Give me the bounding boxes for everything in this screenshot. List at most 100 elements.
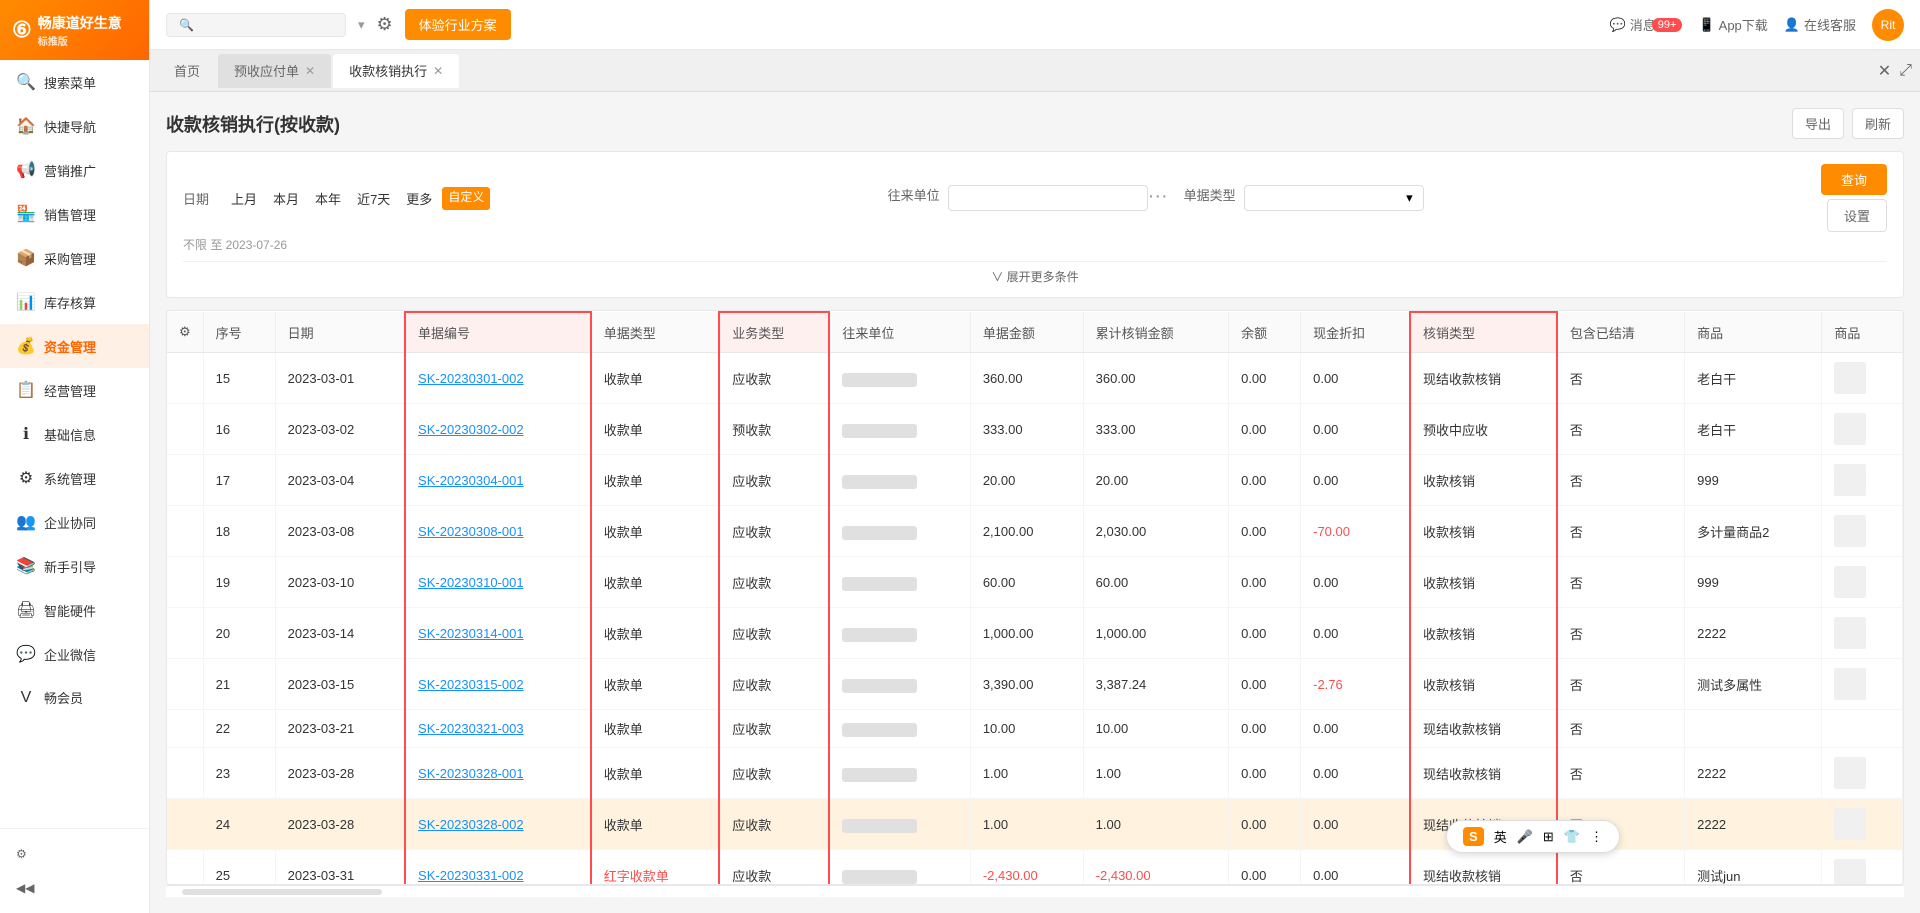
app-download-item[interactable]: 📱 App下载 [1698,15,1767,34]
col-biz-type-header: 业务类型 [719,312,829,353]
mic-icon[interactable]: 🎤 [1517,829,1533,845]
cell-bill-no-7[interactable]: SK-20230321-003 [405,710,591,748]
table-row[interactable]: 15 2023-03-01 SK-20230301-002 收款单 应收款 ██… [167,353,1903,404]
sidebar-item-8[interactable]: ℹ基础信息 [0,412,149,456]
expand-tab-icon[interactable]: ⤢ [1899,62,1912,80]
refresh-button[interactable]: 刷新 [1852,108,1904,139]
cell-bill-no-5[interactable]: SK-20230314-001 [405,608,591,659]
table-row[interactable]: 21 2023-03-15 SK-20230315-002 收款单 应收款 ██… [167,659,1903,710]
sidebar-collapse[interactable]: ◀◀ [0,871,149,905]
export-button[interactable]: 导出 [1792,108,1844,139]
grid-icon[interactable]: ⊞ [1543,829,1554,845]
close-tab-icon[interactable]: ✕ [1878,61,1891,81]
last-month-link[interactable]: 上月 [225,187,263,210]
cell-amount-4: 60.00 [970,557,1083,608]
search-bar[interactable]: 🔍 [166,13,346,37]
last-7-days-link[interactable]: 近7天 [351,187,396,210]
more-dates-link[interactable]: 更多 [400,187,438,210]
tab-close-2[interactable]: ✕ [433,64,443,78]
query-button[interactable]: 查询 [1821,164,1887,195]
sidebar-item-3[interactable]: 🏪销售管理 [0,192,149,236]
cell-bill-no-0[interactable]: SK-20230301-002 [405,353,591,404]
bill-type-select[interactable]: ▾ [1244,185,1424,211]
tab-close-1[interactable]: ✕ [305,64,315,78]
sidebar-item-11[interactable]: 📚新手引导 [0,544,149,588]
tab-2[interactable]: 收款核销执行✕ [333,54,459,88]
solution-button[interactable]: 体验行业方案 [405,9,511,40]
sidebar-item-4[interactable]: 📦采购管理 [0,236,149,280]
topbar-gear-icon[interactable]: ⚙ [377,14,393,35]
table-row[interactable]: 16 2023-03-02 SK-20230302-002 收款单 预收款 ██… [167,404,1903,455]
table-row[interactable]: 20 2023-03-14 SK-20230314-001 收款单 应收款 ██… [167,608,1903,659]
horizontal-scrollbar[interactable] [182,889,382,895]
dropdown-arrow[interactable]: ▾ [358,17,365,33]
table-row[interactable]: 18 2023-03-08 SK-20230308-001 收款单 应收款 ██… [167,506,1903,557]
table-row[interactable]: 25 2023-03-31 SK-20230331-002 红字收款单 应收款 … [167,850,1903,886]
cell-bill-no-10[interactable]: SK-20230331-002 [405,850,591,886]
cell-date-5: 2023-03-14 [275,608,405,659]
cell-writeoff-type-4: 收款核销 [1410,557,1557,608]
sidebar-icon-3: 🏪 [16,204,36,224]
more-filters-dots[interactable]: ··· [1148,185,1168,211]
cell-bill-no-3[interactable]: SK-20230308-001 [405,506,591,557]
cell-biz-type-1: 预收款 [719,404,829,455]
table-row[interactable]: 24 2023-03-28 SK-20230328-002 收款单 应收款 ██… [167,799,1903,850]
sidebar-item-9[interactable]: ⚙系统管理 [0,456,149,500]
cell-writeoff-amount-10: -2,430.00 [1083,850,1228,886]
custom-date-btn[interactable]: 自定义 [442,187,490,210]
table-row[interactable]: 19 2023-03-10 SK-20230310-001 收款单 应收款 ██… [167,557,1903,608]
sidebar-item-13[interactable]: 💬企业微信 [0,632,149,676]
bill-type-filter-label: 单据类型 [1184,185,1236,211]
sidebar-item-0[interactable]: 🔍搜索菜单 [0,60,149,104]
sidebar-icon-11: 📚 [16,556,36,576]
tab-1[interactable]: 预收应付单✕ [218,54,331,88]
cell-counterpart-3: ████████ [829,506,970,557]
col-settings-header[interactable]: ⚙ [167,312,203,353]
sidebar-label-5: 库存核算 [44,293,96,312]
cell-bill-no-6[interactable]: SK-20230315-002 [405,659,591,710]
messages-item[interactable]: 💬 消息 99+ [1610,15,1683,34]
row-settings-0 [167,353,203,404]
sidebar-settings[interactable]: ⚙ [0,837,149,871]
this-month-link[interactable]: 本月 [267,187,305,210]
expand-row: ∨ 展开更多条件 [183,261,1887,285]
more-icon[interactable]: ⋮ [1590,829,1603,845]
online-service-item[interactable]: 👤 在线客服 [1784,15,1856,34]
table-row[interactable]: 23 2023-03-28 SK-20230328-001 收款单 应收款 ██… [167,748,1903,799]
cell-bill-no-2[interactable]: SK-20230304-001 [405,455,591,506]
sidebar-item-6[interactable]: 💰资金管理 [0,324,149,368]
sidebar-item-7[interactable]: 📋经营管理 [0,368,149,412]
sidebar-item-12[interactable]: 🖨智能硬件 [0,588,149,632]
sidebar-icon-4: 📦 [16,248,36,268]
cell-date-6: 2023-03-15 [275,659,405,710]
cell-writeoff-amount-9: 1.00 [1083,799,1228,850]
table-row[interactable]: 22 2023-03-21 SK-20230321-003 收款单 应收款 ██… [167,710,1903,748]
cell-balance-5: 0.00 [1229,608,1301,659]
shirt-icon[interactable]: 👕 [1564,829,1580,845]
cell-goods2-2 [1822,455,1903,506]
cell-bill-no-4[interactable]: SK-20230310-001 [405,557,591,608]
sidebar-item-10[interactable]: 👥企业协同 [0,500,149,544]
row-settings-3 [167,506,203,557]
sidebar-icon-1: 🏠 [16,116,36,136]
this-year-link[interactable]: 本年 [309,187,347,210]
cell-bill-no-8[interactable]: SK-20230328-001 [405,748,591,799]
cell-date-1: 2023-03-02 [275,404,405,455]
user-avatar[interactable]: Rit [1872,9,1904,41]
table-body: 15 2023-03-01 SK-20230301-002 收款单 应收款 ██… [167,353,1903,886]
sidebar-item-2[interactable]: 📢营销推广 [0,148,149,192]
tab-0[interactable]: 首页 [158,54,216,88]
sidebar-label-13: 企业微信 [44,645,96,664]
col-include-settled-header: 包含已结清 [1557,312,1685,353]
counterpart-input[interactable] [948,185,1148,211]
filter-settings-button[interactable]: 设置 [1827,199,1887,232]
sidebar-item-1[interactable]: 🏠快捷导航 [0,104,149,148]
topbar: 🔍 ▾ ⚙ 体验行业方案 💬 消息 99+ 📱 App下载 👤 在线客服 Rit [150,0,1920,50]
sidebar-item-5[interactable]: 📊库存核算 [0,280,149,324]
cell-no-4: 19 [203,557,275,608]
cell-bill-no-1[interactable]: SK-20230302-002 [405,404,591,455]
table-row[interactable]: 17 2023-03-04 SK-20230304-001 收款单 应收款 ██… [167,455,1903,506]
sidebar-item-14[interactable]: V畅会员 [0,676,149,719]
expand-more-btn[interactable]: ∨ 展开更多条件 [991,270,1078,284]
cell-bill-no-9[interactable]: SK-20230328-002 [405,799,591,850]
